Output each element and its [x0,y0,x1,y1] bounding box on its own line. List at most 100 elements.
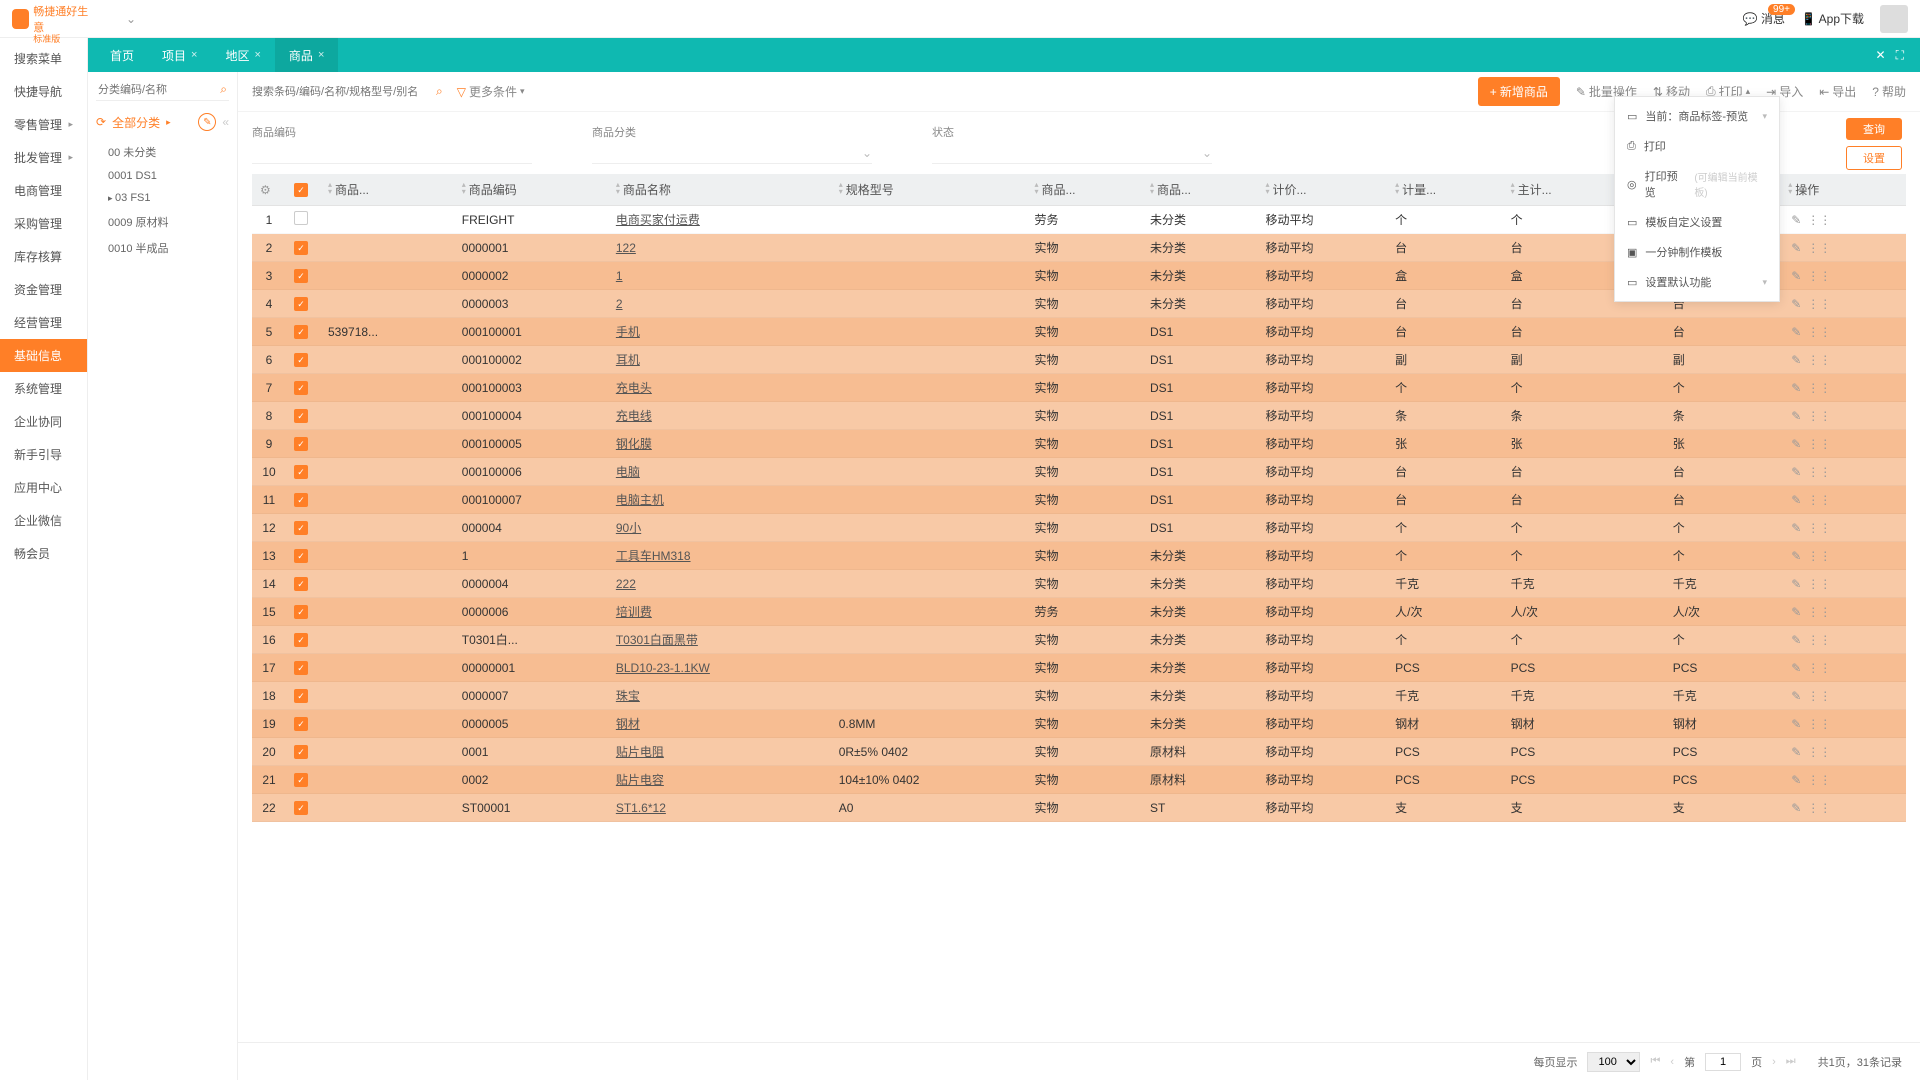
dd-default-settings[interactable]: ▭设置默认功能▾ [1615,267,1779,297]
row-checkbox[interactable]: ✓ [294,549,308,563]
tab[interactable]: 地区× [211,38,274,72]
sidebar-item[interactable]: 零售管理▸ [0,108,87,141]
sidebar-item[interactable]: 电商管理 [0,174,87,207]
sidebar-item[interactable]: 应用中心 [0,471,87,504]
product-name-link[interactable]: BLD10-23-1.1KW [616,661,710,675]
more-row-icon[interactable]: ⋮⋮ [1807,325,1831,339]
product-name-link[interactable]: 钢化膜 [616,437,652,451]
more-row-icon[interactable]: ⋮⋮ [1807,297,1831,311]
edit-row-icon[interactable]: ✎ [1791,213,1801,227]
product-name-link[interactable]: 工具车HM318 [616,549,691,563]
dd-current-template[interactable]: ▭当前：商品标签-预览▾ [1615,101,1779,131]
app-download-link[interactable]: 📱 App下载 [1801,10,1864,27]
fullscreen-icon[interactable]: ⛶ [1896,48,1904,63]
more-row-icon[interactable]: ⋮⋮ [1807,661,1831,675]
table-row[interactable]: 21✓0002贴片电容104±10% 0402实物原材料移动平均PCSPCSPC… [252,766,1906,794]
table-row[interactable]: 5✓539718...000100001手机实物DS1移动平均台台台✎⋮⋮ [252,318,1906,346]
table-row[interactable]: 11✓000100007电脑主机实物DS1移动平均台台台✎⋮⋮ [252,486,1906,514]
more-row-icon[interactable]: ⋮⋮ [1807,353,1831,367]
sidebar-item[interactable]: 搜索菜单 [0,42,87,75]
row-checkbox[interactable]: ✓ [294,325,308,339]
tree-item[interactable]: 0010 半成品 [88,235,237,261]
table-row[interactable]: 22✓ST00001ST1.6*12A0实物ST移动平均支支支✎⋮⋮ [252,794,1906,822]
row-checkbox[interactable]: ✓ [294,241,308,255]
dd-template-custom[interactable]: ▭模板自定义设置 [1615,207,1779,237]
table-row[interactable]: 8✓000100004充电线实物DS1移动平均条条条✎⋮⋮ [252,402,1906,430]
row-checkbox[interactable]: ✓ [294,297,308,311]
export-link[interactable]: ⇤导出 [1819,83,1856,100]
edit-row-icon[interactable]: ✎ [1791,381,1801,395]
product-name-link[interactable]: 222 [616,577,636,591]
edit-row-icon[interactable]: ✎ [1791,605,1801,619]
edit-row-icon[interactable]: ✎ [1791,773,1801,787]
row-checkbox[interactable]: ✓ [294,437,308,451]
search-icon[interactable]: ⌕ [220,82,227,97]
row-checkbox[interactable]: ✓ [294,717,308,731]
grid-search-input[interactable] [252,86,422,98]
row-checkbox[interactable]: ✓ [294,633,308,647]
edit-row-icon[interactable]: ✎ [1791,633,1801,647]
column-header[interactable]: ✓ [286,174,320,206]
more-row-icon[interactable]: ⋮⋮ [1807,577,1831,591]
table-row[interactable]: 9✓000100005钢化膜实物DS1移动平均张张张✎⋮⋮ [252,430,1906,458]
column-header[interactable]: ▴▾计价... [1257,174,1387,206]
column-header[interactable]: ▴▾商品... [320,174,454,206]
edit-row-icon[interactable]: ✎ [1791,325,1801,339]
filter-code-input[interactable] [252,142,532,164]
close-icon[interactable]: × [191,49,197,61]
row-checkbox[interactable]: ✓ [294,605,308,619]
tab-close-all-icon[interactable]: ✕ [1876,48,1886,63]
edit-row-icon[interactable]: ✎ [1791,297,1801,311]
column-header[interactable]: ▴▾操作 [1780,174,1906,206]
row-checkbox[interactable]: ✓ [294,801,308,815]
product-name-link[interactable]: 培训费 [616,605,652,619]
filter-category-select[interactable]: ⌄ [592,142,872,164]
settings-button[interactable]: 设置 [1846,146,1902,170]
more-row-icon[interactable]: ⋮⋮ [1807,773,1831,787]
more-filters-link[interactable]: ▽ 更多条件 ▾ [457,83,525,100]
sidebar-item[interactable]: 畅会员 [0,537,87,570]
tree-item[interactable]: 03 FS1 [88,187,237,209]
table-row[interactable]: 16✓T0301白...T0301白面黑带实物未分类移动平均个个个✎⋮⋮ [252,626,1906,654]
more-row-icon[interactable]: ⋮⋮ [1807,717,1831,731]
more-row-icon[interactable]: ⋮⋮ [1807,605,1831,619]
gear-icon[interactable]: ⚙ [260,183,271,197]
table-row[interactable]: 18✓0000007珠宝实物未分类移动平均千克千克千克✎⋮⋮ [252,682,1906,710]
sidebar-item[interactable]: 采购管理 [0,207,87,240]
product-name-link[interactable]: 电脑 [616,465,640,479]
more-row-icon[interactable]: ⋮⋮ [1807,689,1831,703]
more-row-icon[interactable]: ⋮⋮ [1807,521,1831,535]
column-header[interactable]: ▴▾商品编码 [454,174,608,206]
product-name-link[interactable]: 钢材 [616,717,640,731]
product-name-link[interactable]: 1 [616,269,623,283]
first-page-icon[interactable]: ⏮ [1650,1055,1660,1068]
column-header[interactable]: ▴▾商品... [1026,174,1142,206]
tree-item[interactable]: 0001 DS1 [88,165,237,187]
edit-row-icon[interactable]: ✎ [1791,745,1801,759]
product-name-link[interactable]: ST1.6*12 [616,801,666,815]
close-icon[interactable]: × [318,49,324,61]
sidebar-item[interactable]: 经营管理 [0,306,87,339]
column-header[interactable]: ▴▾计量... [1387,174,1503,206]
play-icon[interactable]: ▸ [166,117,171,128]
row-checkbox[interactable] [294,211,308,225]
tree-all-categories[interactable]: 全部分类 [112,114,160,131]
product-name-link[interactable]: T0301白面黑带 [616,633,698,647]
table-row[interactable]: 13✓1工具车HM318实物未分类移动平均个个个✎⋮⋮ [252,542,1906,570]
table-row[interactable]: 17✓00000001BLD10-23-1.1KW实物未分类移动平均PCSPCS… [252,654,1906,682]
edit-row-icon[interactable]: ✎ [1791,521,1801,535]
tab[interactable]: 项目× [148,38,211,72]
table-row[interactable]: 20✓0001贴片电阻0R±5% 0402实物原材料移动平均PCSPCSPCS✎… [252,738,1906,766]
tree-edit-icon[interactable]: ✎ [198,113,216,131]
search-icon[interactable]: ⌕ [436,84,443,99]
last-page-icon[interactable]: ⏭ [1786,1055,1796,1068]
row-checkbox[interactable]: ✓ [294,409,308,423]
product-name-link[interactable]: 电脑主机 [616,493,664,507]
row-checkbox[interactable]: ✓ [294,353,308,367]
more-row-icon[interactable]: ⋮⋮ [1807,241,1831,255]
more-row-icon[interactable]: ⋮⋮ [1807,409,1831,423]
table-row[interactable]: 12✓00000490小实物DS1移动平均个个个✎⋮⋮ [252,514,1906,542]
select-all-checkbox[interactable]: ✓ [294,183,308,197]
more-row-icon[interactable]: ⋮⋮ [1807,381,1831,395]
product-name-link[interactable]: 充电头 [616,381,652,395]
